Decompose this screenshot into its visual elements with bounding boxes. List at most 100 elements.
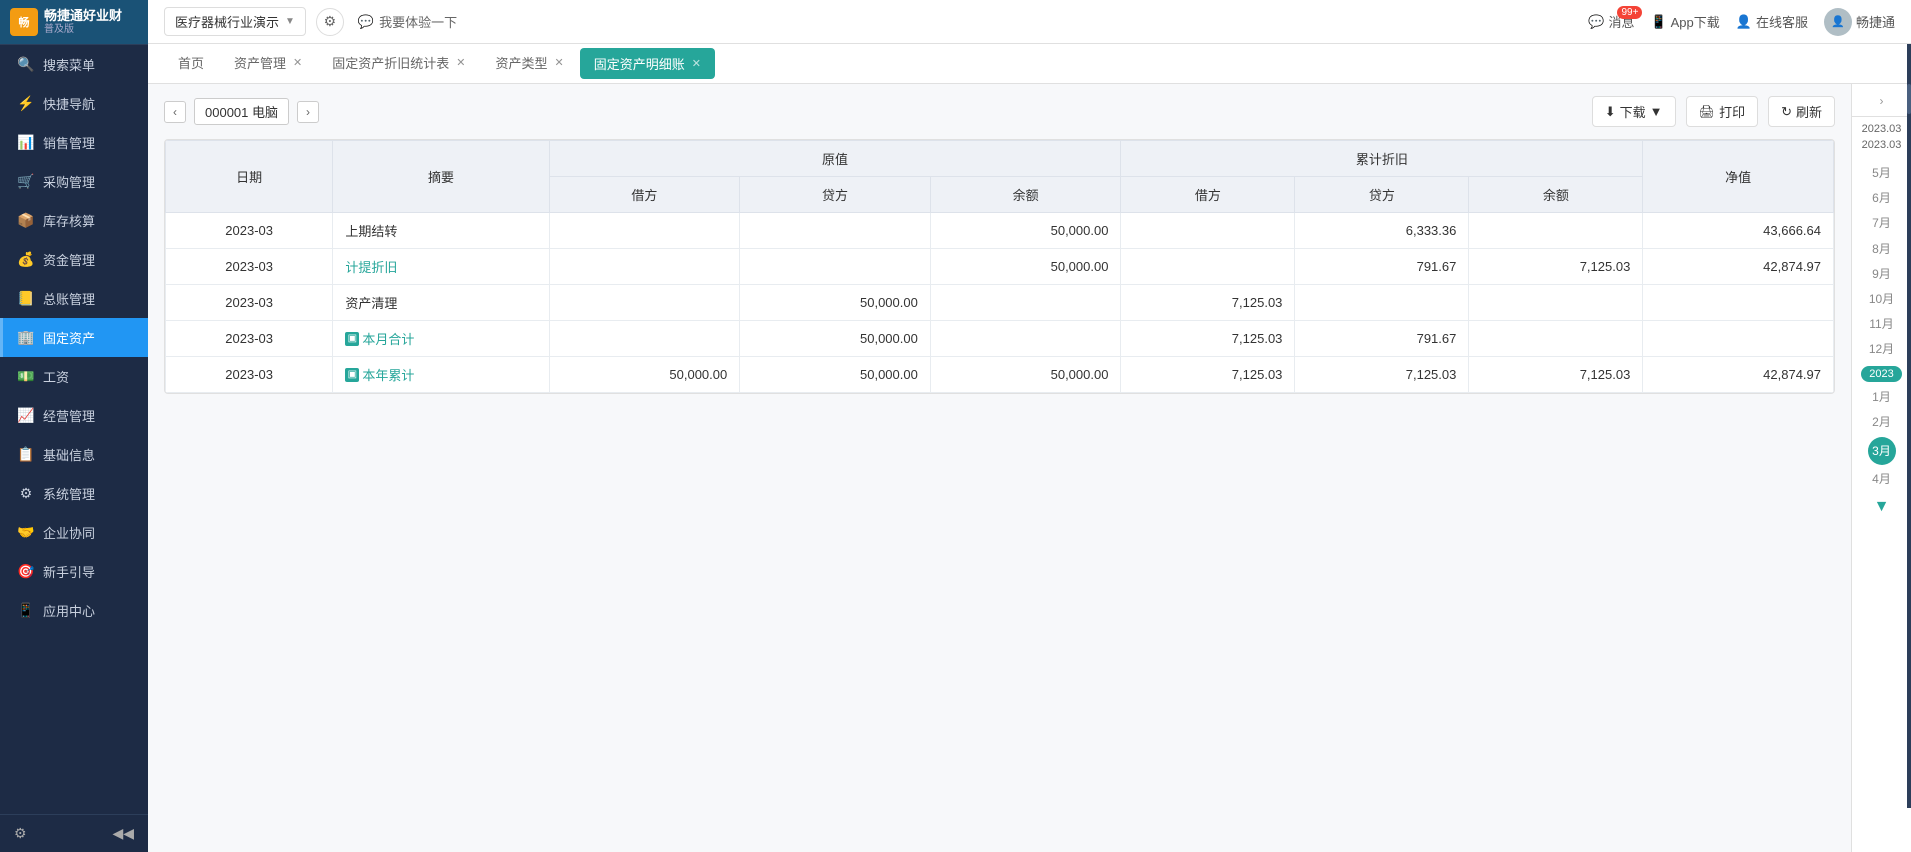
next-asset-button[interactable]: › <box>297 101 319 123</box>
cell-date: 2023-03 <box>166 213 333 249</box>
basic-info-icon: 📋 <box>17 446 35 463</box>
timeline-month-5[interactable]: 5月 <box>1852 161 1911 186</box>
sidebar-bottom: ⚙ ◀◀ <box>0 814 148 852</box>
timeline-month-4[interactable]: 4月 <box>1852 467 1911 492</box>
tab-asset-type[interactable]: 资产类型 ✕ <box>481 47 577 80</box>
sidebar-item-enterprise[interactable]: 🤝 企业协同 <box>0 513 148 552</box>
timeline-month-3-active[interactable]: 3月 <box>1868 437 1896 465</box>
cell-accum-credit: 791.67 <box>1295 249 1469 285</box>
timeline-month-1[interactable]: 1月 <box>1852 385 1911 410</box>
col-orig-debit: 借方 <box>549 177 740 213</box>
tab-depreciation-close[interactable]: ✕ <box>456 56 465 69</box>
table-row: 2023-03 资产清理 50,000.00 7,125.03 <box>166 285 1834 321</box>
cell-orig-credit: 50,000.00 <box>740 357 931 393</box>
tab-asset-detail[interactable]: 固定资产明细账 ✕ <box>580 48 715 79</box>
tab-depreciation[interactable]: 固定资产折旧统计表 ✕ <box>318 47 479 80</box>
service-button[interactable]: 👤 在线客服 <box>1736 12 1808 31</box>
app-center-icon: 📱 <box>17 602 35 619</box>
message-button[interactable]: 💬 消息 99+ <box>1588 12 1634 31</box>
system-icon: ⚙ <box>17 485 35 502</box>
print-icon: 🖨 <box>1699 104 1716 120</box>
tab-asset-type-close[interactable]: ✕ <box>555 56 564 69</box>
cell-summary: ▣ 本年累计 <box>333 357 549 393</box>
user-menu[interactable]: 👤 畅捷通 <box>1824 8 1895 36</box>
cell-orig-balance: 50,000.00 <box>930 213 1121 249</box>
refresh-button[interactable]: ↻ 刷新 <box>1768 96 1835 127</box>
table-row: 2023-03 上期结转 50,000.00 6,333.36 43,666.6… <box>166 213 1834 249</box>
sidebar-item-guide[interactable]: 🎯 新手引导 <box>0 552 148 591</box>
download-icon: ⬇ <box>1605 104 1616 120</box>
badge-icon: ▣ <box>345 332 359 346</box>
company-selector[interactable]: 医疗器械行业演示 ▼ <box>164 7 306 36</box>
sidebar-item-system[interactable]: ⚙ 系统管理 <box>0 474 148 513</box>
col-date: 日期 <box>166 141 333 213</box>
sidebar-item-purchase[interactable]: 🛒 采购管理 <box>0 162 148 201</box>
timeline-year-badge[interactable]: 2023 <box>1861 366 1901 382</box>
download-button[interactable]: ⬇ 下载 ▼ <box>1592 96 1676 127</box>
sidebar-item-capital[interactable]: 💰 资金管理 <box>0 240 148 279</box>
app-download-button[interactable]: 📱 App下载 <box>1650 12 1719 31</box>
cell-orig-balance: 50,000.00 <box>930 249 1121 285</box>
sidebar-item-label: 采购管理 <box>43 172 95 191</box>
col-net-value: 净值 <box>1643 141 1834 213</box>
timeline-month-2[interactable]: 2月 <box>1852 410 1911 435</box>
sidebar-item-general-ledger[interactable]: 📒 总账管理 <box>0 279 148 318</box>
sidebar-item-search[interactable]: 🔍 搜索菜单 <box>0 45 148 84</box>
experience-button[interactable]: 💬 我要体验一下 <box>358 12 457 31</box>
sidebar-item-label: 工资 <box>43 367 69 386</box>
timeline-year-label-top1: 2023.03 <box>1862 123 1902 135</box>
col-orig-credit: 贷方 <box>740 177 931 213</box>
timeline-month-7[interactable]: 7月 <box>1852 211 1911 236</box>
timeline-scroll-down-icon[interactable]: ▼ <box>1874 498 1890 515</box>
cell-accum-credit <box>1295 285 1469 321</box>
collapse-icon[interactable]: ◀◀ <box>112 825 134 842</box>
experience-icon: 💬 <box>358 14 374 30</box>
cell-accum-balance: 7,125.03 <box>1469 249 1643 285</box>
sidebar-item-label: 总账管理 <box>43 289 95 308</box>
timeline-top-years: 2023.03 2023.03 <box>1852 121 1911 153</box>
cell-accum-balance <box>1469 285 1643 321</box>
sidebar-item-fixed-assets[interactable]: 🏢 固定资产 <box>0 318 148 357</box>
sidebar-item-app-center[interactable]: 📱 应用中心 <box>0 591 148 630</box>
timeline-month-10[interactable]: 10月 <box>1852 287 1911 312</box>
timeline-month-12[interactable]: 12月 <box>1852 337 1911 362</box>
prev-asset-button[interactable]: ‹ <box>164 101 186 123</box>
sidebar-item-payroll[interactable]: 💵 工资 <box>0 357 148 396</box>
sidebar-item-label: 基础信息 <box>43 445 95 464</box>
avatar: 👤 <box>1824 8 1852 36</box>
sidebar: 畅 畅捷通好业财 普及版 🔍 搜索菜单 ⚡ 快捷导航 📊 销售管理 🛒 采购管理… <box>0 0 148 852</box>
timeline-month-11[interactable]: 11月 <box>1852 312 1911 337</box>
tab-asset-mgmt-close[interactable]: ✕ <box>293 56 302 69</box>
tab-home[interactable]: 首页 <box>164 47 218 80</box>
sidebar-item-label: 搜索菜单 <box>43 55 95 74</box>
tab-asset-mgmt[interactable]: 资产管理 ✕ <box>220 47 316 80</box>
sidebar-item-sales[interactable]: 📊 销售管理 <box>0 123 148 162</box>
service-label: 在线客服 <box>1756 12 1808 31</box>
toolbar-right: ⬇ 下载 ▼ 🖨 打印 ↻ 刷新 <box>1592 96 1835 127</box>
sidebar-item-basic-info[interactable]: 📋 基础信息 <box>0 435 148 474</box>
download-label: 下载 <box>1620 102 1646 121</box>
timeline-months-top: 5月 6月 7月 8月 9月 10月 11月 12月 <box>1852 161 1911 363</box>
cell-net-value <box>1643 285 1834 321</box>
print-button[interactable]: 🖨 打印 <box>1686 96 1759 127</box>
tab-asset-detail-close[interactable]: ✕ <box>692 57 701 70</box>
timeline-month-8[interactable]: 8月 <box>1852 237 1911 262</box>
table-row: 2023-03 计提折旧 50,000.00 791.67 7,125.03 4… <box>166 249 1834 285</box>
timeline-month-6[interactable]: 6月 <box>1852 186 1911 211</box>
cell-orig-debit <box>549 321 740 357</box>
sidebar-item-inventory[interactable]: 📦 库存核算 <box>0 201 148 240</box>
cell-accum-balance: 7,125.03 <box>1469 357 1643 393</box>
sidebar-item-quick-nav[interactable]: ⚡ 快捷导航 <box>0 84 148 123</box>
app-download-icon: 📱 <box>1650 14 1666 30</box>
timeline-collapse-icon[interactable]: › <box>1878 92 1886 110</box>
topbar-settings-button[interactable]: ⚙ <box>316 8 344 36</box>
app-download-label: App下载 <box>1671 12 1720 31</box>
cell-summary: 上期结转 <box>333 213 549 249</box>
cell-orig-debit <box>549 213 740 249</box>
timeline-month-9[interactable]: 9月 <box>1852 262 1911 287</box>
tab-asset-mgmt-label: 资产管理 <box>234 53 286 72</box>
sidebar-item-operations[interactable]: 📈 经营管理 <box>0 396 148 435</box>
settings-bottom-icon[interactable]: ⚙ <box>14 825 27 842</box>
cell-accum-balance <box>1469 213 1643 249</box>
asset-navigation: ‹ 000001 电脑 › ⬇ 下载 ▼ 🖨 打印 ↻ 刷新 <box>164 96 1835 127</box>
